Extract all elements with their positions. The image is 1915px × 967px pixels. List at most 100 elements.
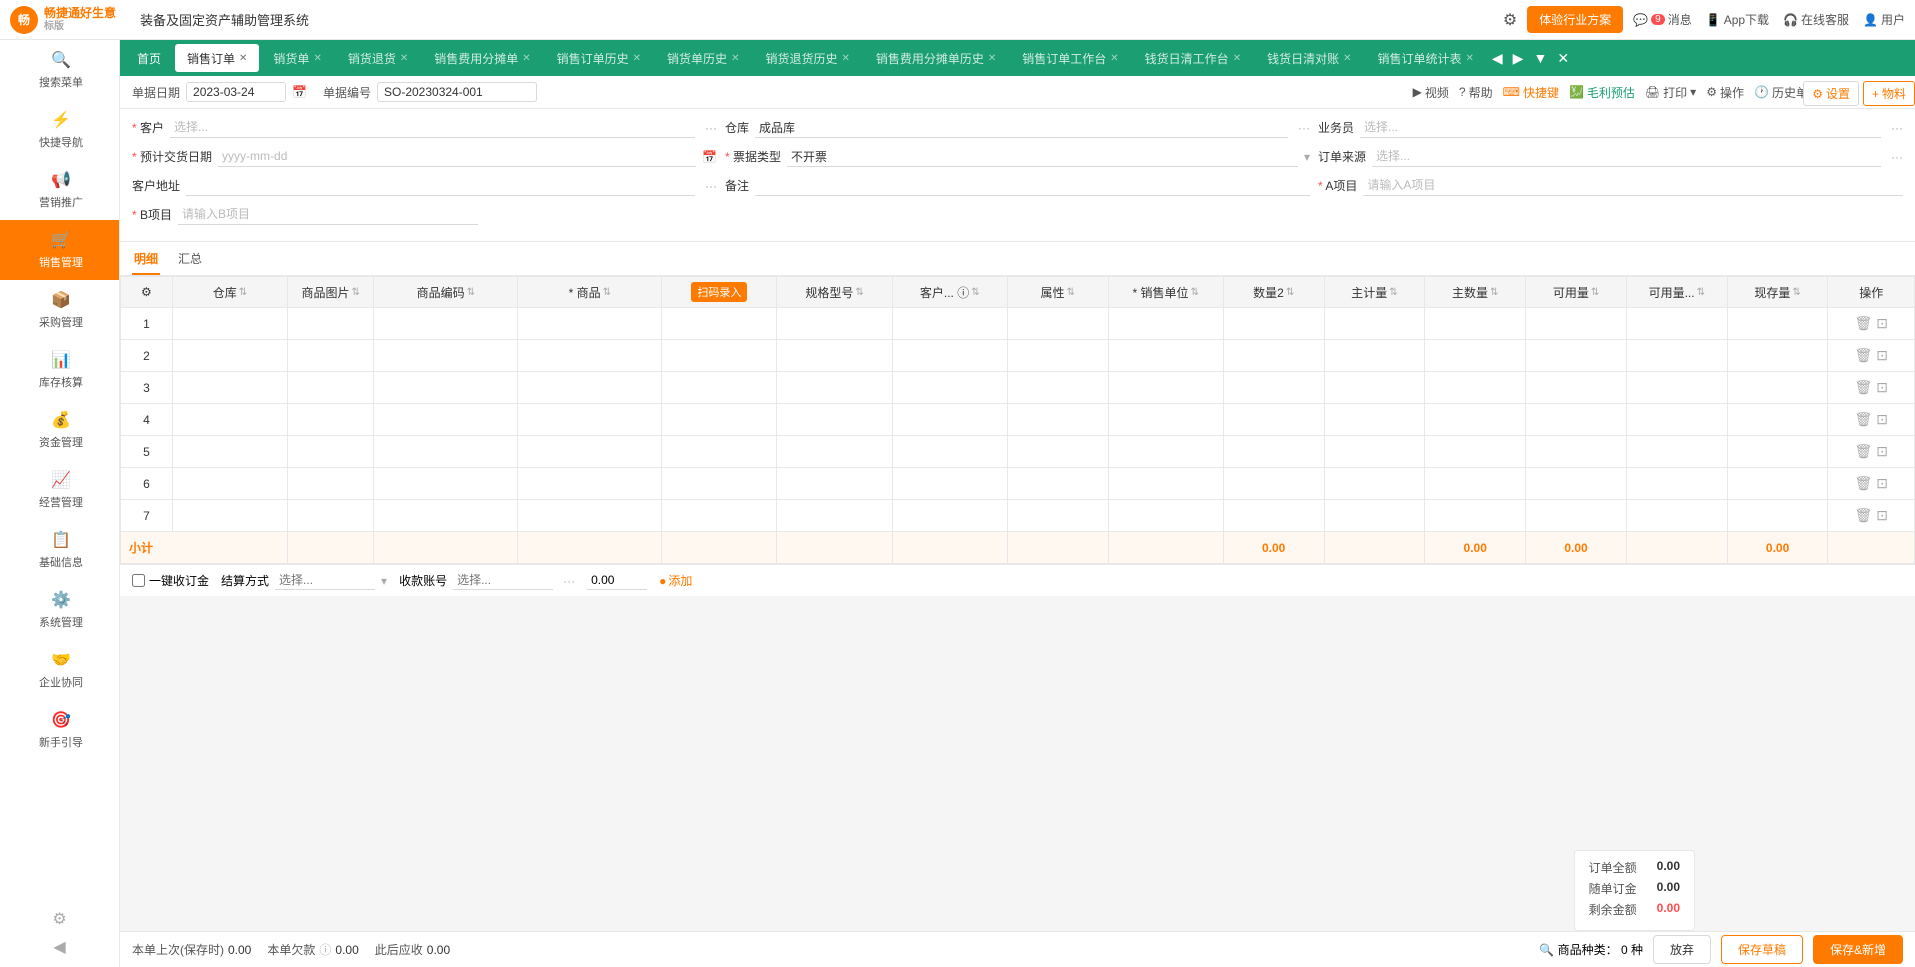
tab-close-sales-stat[interactable]: ✕ [1466, 53, 1474, 64]
sidebar-item-system[interactable]: ⚙️ 系统管理 [0, 580, 119, 640]
tab-home[interactable]: 首页 [125, 44, 173, 72]
sidebar-item-sales[interactable]: 🛒 销售管理 [0, 220, 119, 280]
one-click-check[interactable] [132, 574, 145, 587]
add-item-button[interactable]: + 物料 [1863, 81, 1915, 106]
sidebar-item-quicknav[interactable]: ⚡ 快捷导航 [0, 100, 119, 160]
settlement-input[interactable] [275, 571, 375, 590]
tab-close-daily-reconcile[interactable]: ✕ [1343, 53, 1351, 64]
row-2-main-qty[interactable] [1425, 340, 1526, 372]
tab-sales-return-history[interactable]: 销货退货历史 ✕ [753, 44, 861, 72]
row-7-code[interactable] [374, 500, 518, 532]
row-1-delete-btn[interactable]: 🗑 [1854, 315, 1872, 332]
row-3-delete-btn[interactable]: 🗑 [1854, 379, 1872, 396]
row-1-main-unit[interactable] [1324, 308, 1425, 340]
tab-close-sales-expense-history[interactable]: ✕ [988, 53, 996, 64]
row-5-avail[interactable] [1526, 436, 1627, 468]
app-download[interactable]: 📱 App下载 [1706, 11, 1769, 28]
row-2-code[interactable] [374, 340, 518, 372]
tab-close-sales-invoice-history[interactable]: ✕ [731, 53, 739, 64]
account-dots[interactable]: ··· [563, 574, 575, 588]
sidebar-item-finance[interactable]: 💰 资金管理 [0, 400, 119, 460]
row-6-main-qty[interactable] [1425, 468, 1526, 500]
row-7-main-unit[interactable] [1324, 500, 1425, 532]
save-draft-button[interactable]: 保存草稿 [1721, 935, 1803, 964]
row-4-main-qty[interactable] [1425, 404, 1526, 436]
row-2-product[interactable] [518, 340, 662, 372]
tab-close-sales-invoice[interactable]: ✕ [313, 53, 321, 64]
tab-sales-order-history[interactable]: 销售订单历史 ✕ [545, 44, 653, 72]
settings-icon[interactable]: ⚙ [1503, 10, 1517, 30]
row-6-avail2[interactable] [1626, 468, 1727, 500]
row-3-warehouse[interactable] [172, 372, 287, 404]
tab-detail[interactable]: 明细 [132, 246, 160, 275]
customer-addr-input[interactable] [186, 175, 695, 196]
tab-nav-right[interactable]: ▶ [1509, 50, 1528, 67]
warehouse-input[interactable] [755, 117, 1288, 138]
row-5-attr[interactable] [1007, 436, 1108, 468]
th-attr[interactable]: 属性⇅ [1007, 277, 1108, 308]
row-7-stock[interactable] [1727, 500, 1828, 532]
th-main-qty[interactable]: 主数量⇅ [1425, 277, 1526, 308]
print-dropdown-icon[interactable]: ▾ [1690, 85, 1696, 99]
row-3-avail[interactable] [1526, 372, 1627, 404]
tab-daily-workbench[interactable]: 钱货日清工作台 ✕ [1133, 44, 1253, 72]
row-6-warehouse[interactable] [172, 468, 287, 500]
row-7-avail2[interactable] [1626, 500, 1727, 532]
row-3-copy-btn[interactable]: ⊡ [1876, 379, 1888, 396]
tab-close-sales-order-history[interactable]: ✕ [633, 53, 641, 64]
scan-button[interactable]: 扫码录入 [691, 282, 747, 302]
row-2-attr[interactable] [1007, 340, 1108, 372]
row-7-customer-code[interactable] [892, 500, 1007, 532]
salesperson-dots[interactable]: ··· [1891, 121, 1903, 135]
help-debit-icon[interactable]: ⓘ [319, 941, 331, 958]
row-2-customer-code[interactable] [892, 340, 1007, 372]
row-6-qty2[interactable] [1223, 468, 1324, 500]
row-5-delete-btn[interactable]: 🗑 [1854, 443, 1872, 460]
row-1-stock[interactable] [1727, 308, 1828, 340]
row-5-avail2[interactable] [1626, 436, 1727, 468]
th-avail2[interactable]: 可用量...⇅ [1626, 277, 1727, 308]
note-input[interactable] [755, 175, 1310, 196]
sidebar-item-operations[interactable]: 📈 经营管理 [0, 460, 119, 520]
row-3-customer-code[interactable] [892, 372, 1007, 404]
row-6-stock[interactable] [1727, 468, 1828, 500]
tab-close-sales-return[interactable]: ✕ [400, 53, 408, 64]
row-2-avail2[interactable] [1626, 340, 1727, 372]
row-1-code[interactable] [374, 308, 518, 340]
row-7-unit[interactable] [1108, 500, 1223, 532]
row-2-qty2[interactable] [1223, 340, 1324, 372]
th-spec[interactable]: 规格型号⇅ [777, 277, 892, 308]
row-3-main-unit[interactable] [1324, 372, 1425, 404]
add-payment-btn[interactable]: ● 添加 [659, 572, 692, 589]
operations-action[interactable]: ⚙ 操作 [1706, 84, 1744, 101]
row-4-main-unit[interactable] [1324, 404, 1425, 436]
amount-input[interactable] [587, 571, 647, 590]
sidebar-settings-icon[interactable]: ⚙ [52, 909, 66, 929]
online-service[interactable]: 🎧 在线客服 [1783, 11, 1849, 28]
save-new-button[interactable]: 保存&新增 [1813, 935, 1903, 964]
row-6-delete-btn[interactable]: 🗑 [1854, 475, 1872, 492]
row-4-spec[interactable] [777, 404, 892, 436]
row-3-code[interactable] [374, 372, 518, 404]
view-action[interactable]: ▶ 视频 [1413, 84, 1449, 101]
row-4-copy-btn[interactable]: ⊡ [1876, 411, 1888, 428]
sidebar-item-purchase[interactable]: 📦 采购管理 [0, 280, 119, 340]
tab-sales-return[interactable]: 销货退货 ✕ [336, 44, 420, 72]
row-4-avail[interactable] [1526, 404, 1627, 436]
help-action[interactable]: ? 帮助 [1459, 84, 1493, 101]
th-code[interactable]: 商品编码⇅ [374, 277, 518, 308]
delivery-date-input[interactable] [218, 146, 696, 167]
tab-sales-invoice[interactable]: 销货单 ✕ [261, 44, 333, 72]
th-customer-code[interactable]: 客户... ⓘ⇅ [892, 277, 1007, 308]
row-2-warehouse[interactable] [172, 340, 287, 372]
tab-sales-stat[interactable]: 销售订单统计表 ✕ [1365, 44, 1485, 72]
row-3-attr[interactable] [1007, 372, 1108, 404]
th-warehouse[interactable]: 仓库⇅ [172, 277, 287, 308]
row-2-spec[interactable] [777, 340, 892, 372]
tab-sales-expense[interactable]: 销售费用分摊单 ✕ [422, 44, 542, 72]
date-input[interactable] [186, 82, 286, 102]
th-stock[interactable]: 现存量⇅ [1727, 277, 1828, 308]
row-7-attr[interactable] [1007, 500, 1108, 532]
sidebar-item-inventory[interactable]: 📊 库存核算 [0, 340, 119, 400]
sidebar-item-basic-info[interactable]: 📋 基础信息 [0, 520, 119, 580]
